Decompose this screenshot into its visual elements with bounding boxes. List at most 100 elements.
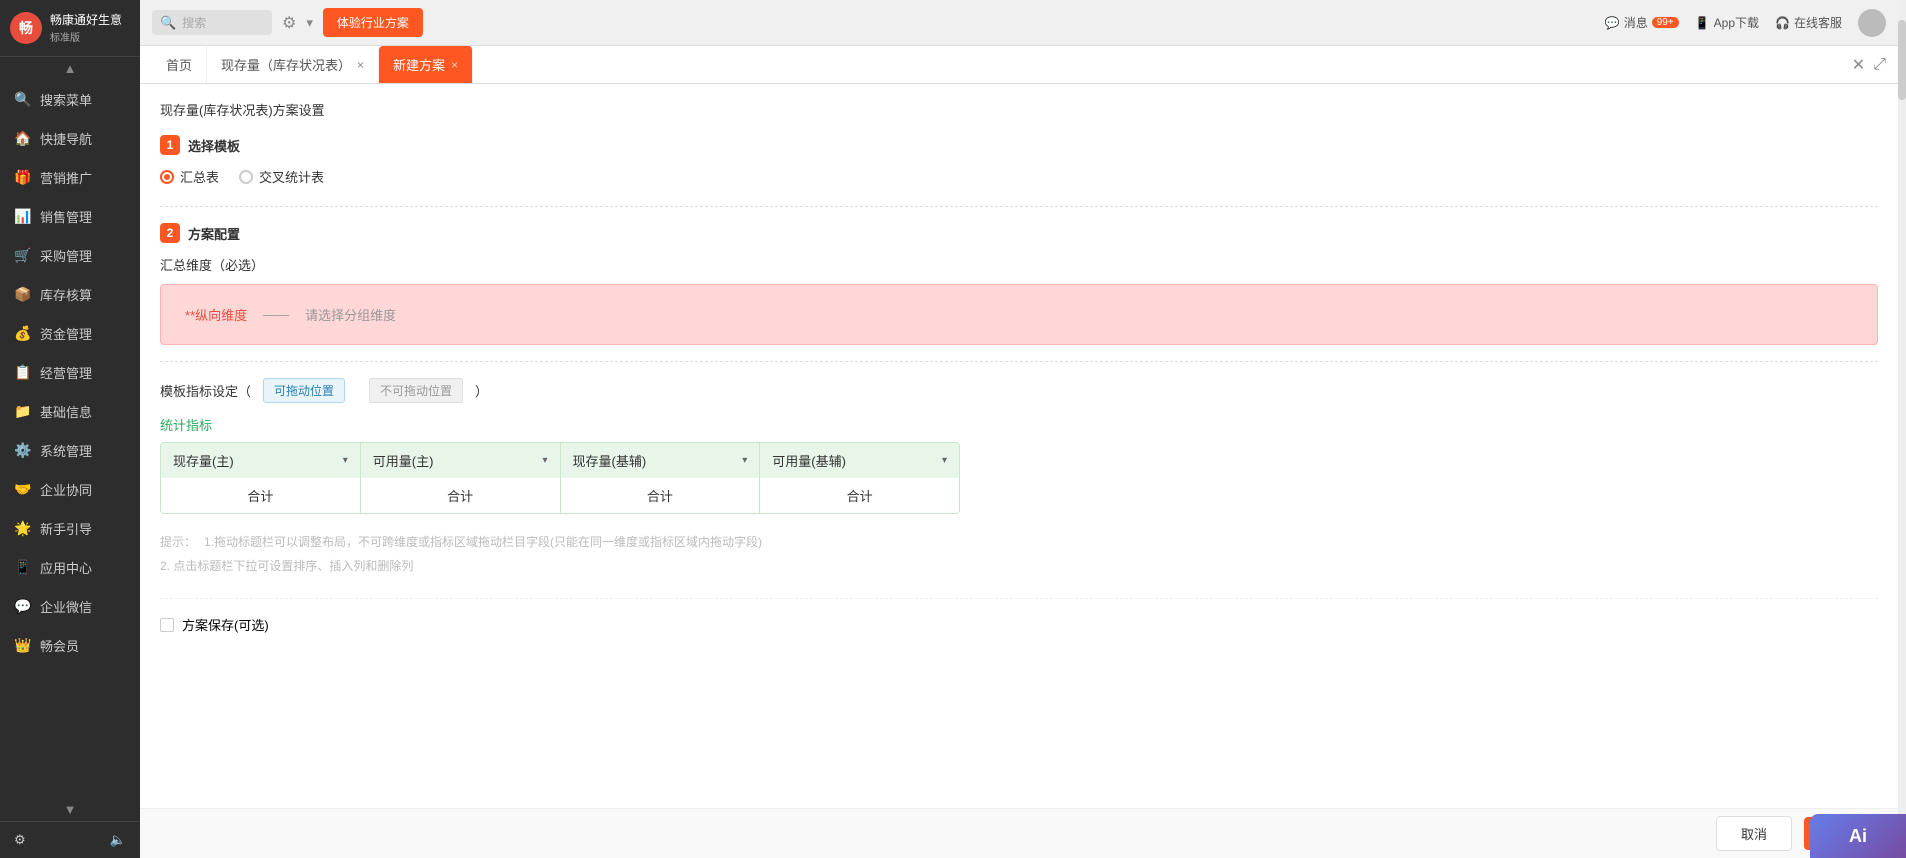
app-download-item[interactable]: 📱 App下载	[1695, 14, 1759, 31]
right-scrollbar[interactable]	[1898, 0, 1906, 858]
topbar: 🔍 搜索 ⚙ ▾ 体验行业方案 💬 消息 99+ 📱 App下载 🎧 在线客服	[140, 0, 1898, 46]
topbar-search-box[interactable]: 🔍 搜索	[152, 10, 272, 35]
stats-header-col-1-label: 可用量(主)	[373, 451, 434, 470]
stats-table-body: 合计 合计 合计 合计	[161, 478, 959, 513]
sidebar-scroll-up[interactable]: ▲	[0, 57, 140, 80]
online-service-icon: 🎧	[1775, 16, 1790, 30]
inventory-icon: 📦	[14, 286, 32, 304]
indicator-label-text: 模板指标设定（	[160, 384, 251, 399]
radio-summary[interactable]: 汇总表	[160, 167, 219, 186]
scrollbar-thumb	[1898, 20, 1906, 100]
dim-placeholder: 请选择分组维度	[305, 305, 396, 324]
sidebar-item-label: 采购管理	[40, 246, 92, 265]
tab-new-scheme-close[interactable]: ×	[451, 58, 458, 72]
online-service-item[interactable]: 🎧 在线客服	[1775, 14, 1842, 31]
sidebar-item-label: 销售管理	[40, 207, 92, 226]
purchase-icon: 🛒	[14, 247, 32, 265]
settings-icon[interactable]: ⚙	[14, 832, 26, 848]
sidebar-item-operations[interactable]: 📋 经营管理	[0, 353, 140, 392]
app-logo-icon: 畅	[10, 12, 42, 44]
stats-cell-1: 合计	[361, 478, 561, 513]
search-text: 搜索	[182, 14, 206, 31]
sidebar-bottom: ⚙ 🔈	[0, 821, 140, 858]
tab-inventory-status[interactable]: 现存量（库存状况表） ×	[207, 46, 379, 83]
sidebar-item-purchase[interactable]: 🛒 采购管理	[0, 236, 140, 275]
sidebar-item-sales[interactable]: 📊 销售管理	[0, 197, 140, 236]
sidebar-item-search-menu[interactable]: 🔍 搜索菜单	[0, 80, 140, 119]
tab-inventory-status-close[interactable]: ×	[357, 58, 364, 72]
sidebar-item-label: 库存核算	[40, 285, 92, 304]
sidebar-item-inventory[interactable]: 📦 库存核算	[0, 275, 140, 314]
tabs-bar: 首页 现存量（库存状况表） × 新建方案 × ✕ ⤢	[140, 46, 1898, 84]
save-row: 方案保存(可选)	[160, 598, 1878, 634]
stats-header-col-3[interactable]: 可用量(基辅) ▾	[760, 443, 959, 478]
section-2-header: 2 方案配置	[160, 223, 1878, 243]
save-label: 方案保存(可选)	[182, 615, 269, 634]
topbar-gear-icon[interactable]: ⚙	[282, 13, 296, 33]
sidebar-item-cooperation[interactable]: 🤝 企业协同	[0, 470, 140, 509]
stats-header-col-0-label: 现存量(主)	[173, 451, 234, 470]
stats-header-col-2[interactable]: 现存量(基辅) ▾	[561, 443, 761, 478]
sidebar-item-marketing[interactable]: 🎁 营销推广	[0, 158, 140, 197]
tab-home[interactable]: 首页	[152, 46, 207, 83]
tab-close-btn[interactable]: ✕	[1852, 55, 1865, 75]
sidebar-item-app-center[interactable]: 📱 应用中心	[0, 548, 140, 587]
section-1-title: 选择模板	[188, 136, 240, 155]
system-icon: ⚙️	[14, 442, 32, 460]
indicator-end: ）	[475, 381, 488, 400]
topbar-dropdown-icon[interactable]: ▾	[306, 15, 313, 31]
search-menu-icon: 🔍	[14, 91, 32, 109]
wechat-icon: 💬	[14, 598, 32, 616]
messages-item[interactable]: 💬 消息 99+	[1605, 14, 1679, 31]
dim-dash: ——	[263, 307, 289, 322]
sidebar-item-wechat[interactable]: 💬 企业微信	[0, 587, 140, 626]
ai-fab-label: Ai	[1849, 826, 1867, 847]
cooperation-icon: 🤝	[14, 481, 32, 499]
tab-new-scheme[interactable]: 新建方案 ×	[379, 46, 473, 83]
tab-expand-btn[interactable]: ⤢	[1873, 55, 1886, 75]
footer: 取消 查询	[140, 808, 1898, 858]
sidebar-item-label: 应用中心	[40, 558, 92, 577]
stats-cell-0: 合计	[161, 478, 361, 513]
cancel-button[interactable]: 取消	[1716, 816, 1792, 851]
sidebar-item-quick-nav[interactable]: 🏠 快捷导航	[0, 119, 140, 158]
messages-icon: 💬	[1605, 16, 1620, 30]
radio-summary-circle	[160, 170, 174, 184]
sidebar-item-basic-info[interactable]: 📁 基础信息	[0, 392, 140, 431]
radio-summary-label: 汇总表	[180, 167, 219, 186]
sidebar-item-label: 经营管理	[40, 363, 92, 382]
stats-header-col-0[interactable]: 现存量(主) ▾	[161, 443, 361, 478]
industry-btn[interactable]: 体验行业方案	[323, 8, 423, 37]
stats-header-col-1[interactable]: 可用量(主) ▾	[361, 443, 561, 478]
sound-icon[interactable]: 🔈	[110, 832, 126, 848]
sidebar-item-label: 企业微信	[40, 597, 92, 616]
sidebar-item-system[interactable]: ⚙️ 系统管理	[0, 431, 140, 470]
indicator-settings-row: 模板指标设定（ 可拖动位置 不可拖动位置 ）	[160, 378, 1878, 403]
operations-icon: 📋	[14, 364, 32, 382]
member-icon: 👑	[14, 637, 32, 655]
save-checkbox[interactable]	[160, 618, 174, 632]
chevron-down-icon-2: ▾	[742, 455, 747, 466]
dimension-box: **纵向维度 —— 请选择分组维度	[160, 284, 1878, 345]
sidebar-nav: 🔍 搜索菜单 🏠 快捷导航 🎁 营销推广 📊 销售管理 🛒 采购管理 📦 库存核…	[0, 80, 140, 798]
sidebar-item-label: 畅会员	[40, 636, 79, 655]
sidebar-item-finance[interactable]: 💰 资金管理	[0, 314, 140, 353]
chevron-down-icon-0: ▾	[343, 455, 348, 466]
radio-cross[interactable]: 交叉统计表	[239, 167, 324, 186]
sidebar-item-member[interactable]: 👑 畅会员	[0, 626, 140, 665]
section-2: 2 方案配置 汇总维度（必选） **纵向维度 —— 请选择分组维度 模板指标设定…	[160, 223, 1878, 578]
sidebar-item-label: 营销推广	[40, 168, 92, 187]
draggable-tag-label: 可拖动位置	[274, 382, 334, 399]
online-service-label: 在线客服	[1794, 14, 1842, 31]
non-draggable-tag: 不可拖动位置	[369, 378, 463, 403]
sidebar-item-label: 搜索菜单	[40, 90, 92, 109]
radio-cross-circle	[239, 170, 253, 184]
vertical-dim-text: *纵向维度	[190, 308, 247, 323]
sales-icon: 📊	[14, 208, 32, 226]
content-area: 现存量(库存状况表)方案设置 1 选择模板 汇总表 交叉统计表	[140, 84, 1898, 808]
ai-fab-button[interactable]: Ai	[1810, 814, 1906, 858]
divider-2	[160, 361, 1878, 362]
sidebar-item-guide[interactable]: 🌟 新手引导	[0, 509, 140, 548]
user-avatar[interactable]	[1858, 9, 1886, 37]
sidebar-scroll-down[interactable]: ▼	[0, 798, 140, 821]
